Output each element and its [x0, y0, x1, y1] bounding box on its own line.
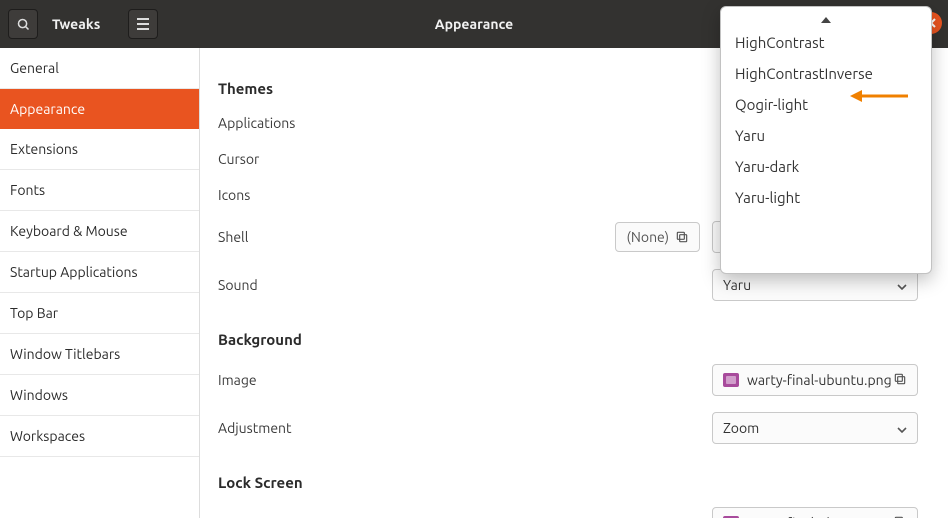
sidebar: General Appearance Extensions Fonts Keyb… — [0, 48, 200, 518]
section-title-background: Background — [218, 331, 918, 348]
dropdown-item-label: Qogir-light — [735, 96, 808, 113]
copy-icon — [893, 372, 907, 389]
copy-icon — [675, 230, 689, 244]
sidebar-item-label: Appearance — [10, 101, 85, 117]
chevron-down-icon — [897, 420, 907, 436]
search-button[interactable] — [8, 9, 38, 39]
dropdown-item-yaru-light[interactable]: Yaru-light — [721, 182, 931, 213]
sound-value: Yaru — [723, 277, 751, 293]
sidebar-item-windows[interactable]: Windows — [0, 375, 199, 416]
dropdown-item-yaru-dark[interactable]: Yaru-dark — [721, 151, 931, 182]
dropdown-item-qogir-light[interactable]: Qogir-light — [721, 89, 931, 120]
sidebar-item-label: Top Bar — [10, 305, 58, 321]
label-icons: Icons — [218, 187, 250, 203]
chevron-down-icon — [897, 277, 907, 293]
sidebar-item-general[interactable]: General — [0, 48, 199, 89]
copy-icon — [893, 515, 907, 518]
dropdown-item-label: Yaru-dark — [735, 158, 799, 175]
dropdown-item-label: HighContrast — [735, 34, 825, 51]
label-applications: Applications — [218, 115, 295, 131]
label-shell: Shell — [218, 229, 248, 245]
sidebar-item-label: Startup Applications — [10, 264, 138, 280]
section-title-lockscreen: Lock Screen — [218, 474, 918, 491]
sidebar-item-keyboard-mouse[interactable]: Keyboard & Mouse — [0, 211, 199, 252]
bg-image-chooser[interactable]: warty-final-ubuntu.png — [712, 364, 918, 396]
sidebar-item-extensions[interactable]: Extensions — [0, 129, 199, 170]
sidebar-item-window-titlebars[interactable]: Window Titlebars — [0, 334, 199, 375]
label-bg-image: Image — [218, 372, 257, 388]
hamburger-icon — [136, 18, 150, 30]
bg-image-value: warty-final-ubuntu.png — [747, 372, 892, 388]
popup-scroll-up[interactable] — [721, 13, 931, 27]
bg-adjustment-combo[interactable]: Zoom — [712, 412, 918, 444]
sidebar-item-label: General — [10, 60, 59, 76]
label-bg-adjustment: Adjustment — [218, 420, 292, 436]
label-cursor: Cursor — [218, 151, 259, 167]
sidebar-item-label: Workspaces — [10, 428, 85, 444]
sidebar-item-label: Keyboard & Mouse — [10, 223, 128, 239]
dropdown-item-label: Yaru-light — [735, 189, 800, 206]
chevron-up-icon — [821, 17, 831, 23]
sidebar-item-label: Windows — [10, 387, 68, 403]
dropdown-item-yaru[interactable]: Yaru — [721, 120, 931, 151]
app-title: Tweaks — [52, 16, 100, 32]
sidebar-item-startup-applications[interactable]: Startup Applications — [0, 252, 199, 293]
dropdown-item-highcontrastinverse[interactable]: HighContrastInverse — [721, 58, 931, 89]
bg-adjustment-value: Zoom — [723, 420, 759, 436]
menu-button[interactable] — [128, 9, 158, 39]
search-icon — [16, 17, 31, 32]
applications-theme-dropdown: HighContrast HighContrastInverse Qogir-l… — [720, 6, 932, 274]
sidebar-item-label: Window Titlebars — [10, 346, 120, 362]
shell-none-label: (None) — [626, 229, 669, 245]
sidebar-item-fonts[interactable]: Fonts — [0, 170, 199, 211]
image-file-icon — [723, 373, 739, 387]
sidebar-item-label: Extensions — [10, 141, 78, 157]
dropdown-item-highcontrast[interactable]: HighContrast — [721, 27, 931, 58]
dropdown-item-label: HighContrastInverse — [735, 65, 873, 82]
sidebar-item-appearance[interactable]: Appearance — [0, 89, 199, 129]
ls-image-chooser[interactable]: warty-final-ubuntu.png — [712, 507, 918, 518]
shell-file-chooser[interactable]: (None) — [615, 222, 700, 252]
sidebar-item-top-bar[interactable]: Top Bar — [0, 293, 199, 334]
dropdown-item-label: Yaru — [735, 127, 765, 144]
sidebar-item-workspaces[interactable]: Workspaces — [0, 416, 199, 457]
sidebar-item-label: Fonts — [10, 182, 45, 198]
label-sound: Sound — [218, 277, 258, 293]
